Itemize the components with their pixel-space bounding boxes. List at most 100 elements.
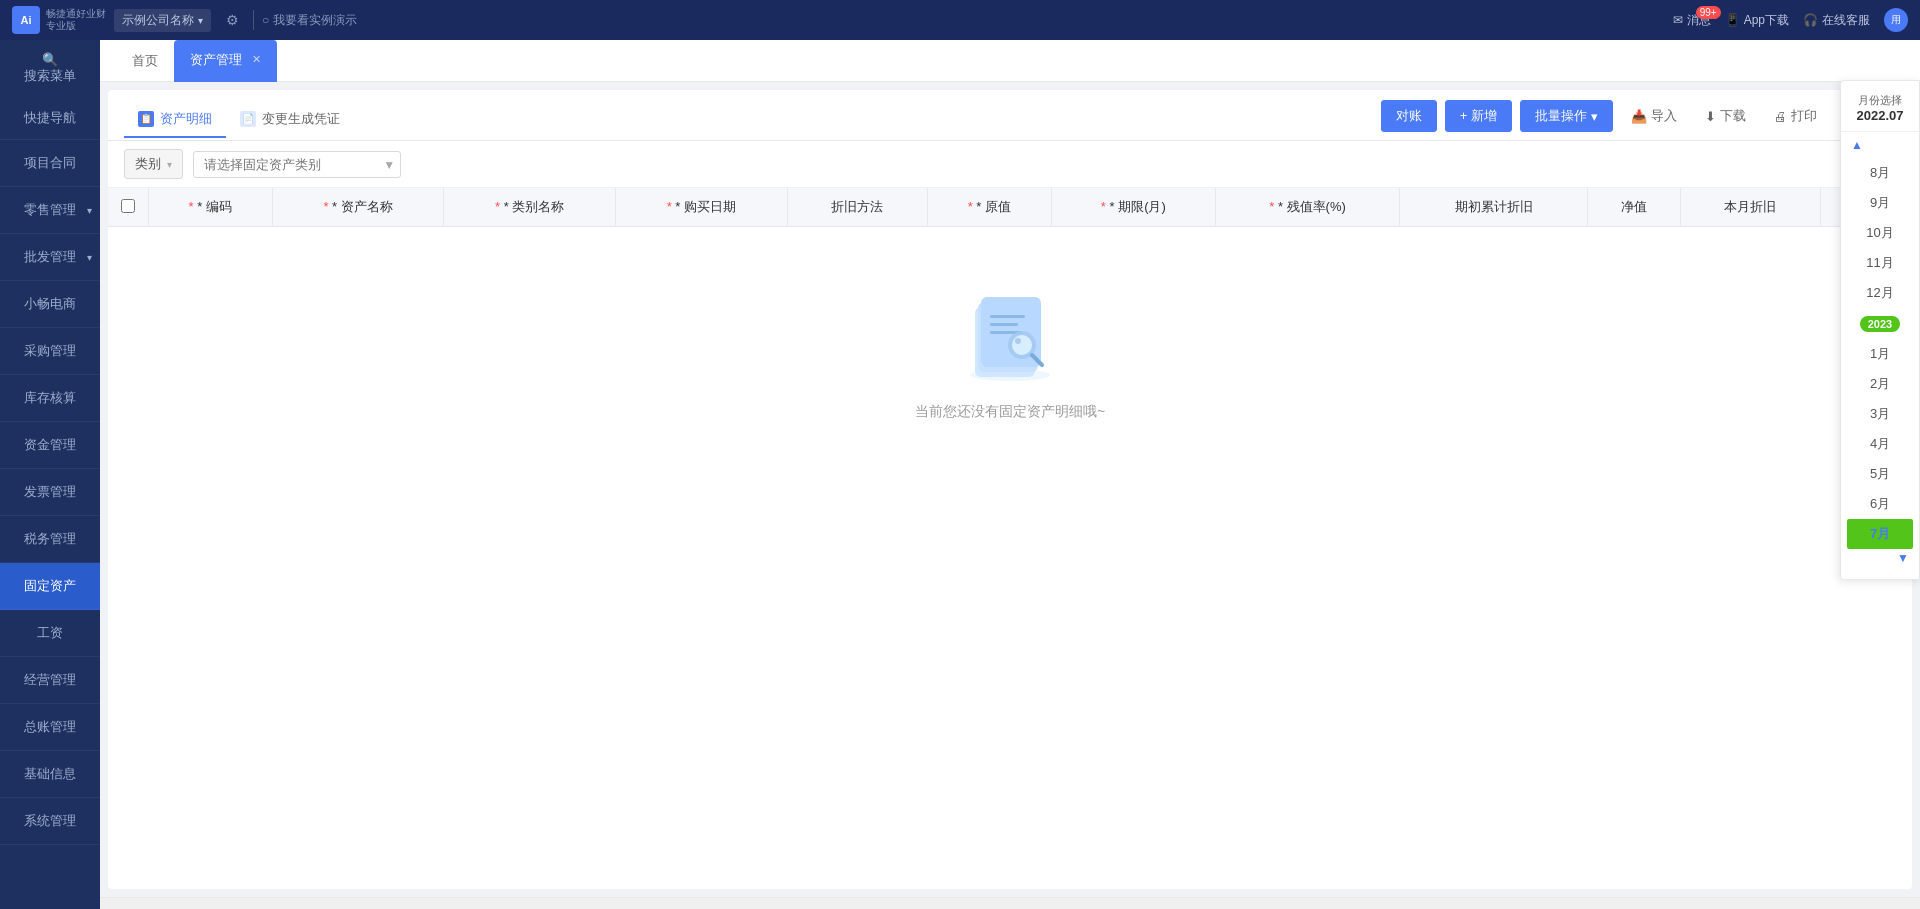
sidebar-item-payroll[interactable]: 工资 — [0, 610, 100, 657]
category-filter-label[interactable]: 类别 ▾ — [124, 149, 183, 179]
sidebar-item-retail[interactable]: 零售管理 — [0, 187, 100, 234]
app-download-button[interactable]: 📱 App下载 — [1725, 12, 1789, 29]
sidebar-item-invoice[interactable]: 发票管理 — [0, 469, 100, 516]
th-monthly-depreciation: 本月折旧 — [1680, 188, 1820, 227]
th-category: * 类别名称 — [444, 188, 616, 227]
change-voucher-icon: 📄 — [240, 111, 256, 127]
month-item-7[interactable]: 7月 — [1847, 519, 1913, 549]
th-checkbox — [108, 188, 148, 227]
tab-asset-management[interactable]: 资产管理 ✕ — [174, 40, 277, 82]
bottom-scroll-bar[interactable] — [100, 897, 1920, 909]
messages-badge: 99+ — [1696, 6, 1721, 19]
month-panel-header: 月份选择 2022.07 — [1841, 89, 1919, 132]
sidebar-item-quick-nav[interactable]: 快捷导航 — [0, 97, 100, 140]
print-button[interactable]: 🖨 打印 — [1764, 101, 1827, 131]
month-item-10[interactable]: 10月 — [1841, 218, 1919, 248]
sidebar: 🔍 搜索菜单 快捷导航 项目合同 零售管理 批发管理 小畅电商 采购管理 库存核… — [0, 40, 100, 909]
svg-rect-5 — [990, 323, 1018, 326]
sidebar-item-general-ledger[interactable]: 总账管理 — [0, 704, 100, 751]
sub-tab-change-voucher[interactable]: 📄 变更生成凭证 — [226, 104, 354, 138]
divider — [253, 10, 254, 30]
month-item-12[interactable]: 12月 — [1841, 278, 1919, 308]
message-icon: ✉ — [1673, 13, 1683, 27]
th-period: * 期限(月) — [1051, 188, 1215, 227]
company-name: 示例公司名称 — [122, 12, 194, 29]
empty-state: 当前您还没有固定资产明细哦~ — [108, 227, 1912, 481]
assets-table: * 编码 * 资产名称 * 类别名称 * 购买日期 折旧方法 * 原值 * 期限… — [108, 188, 1912, 227]
th-residual-rate: * 残值率(%) — [1215, 188, 1400, 227]
month-panel: 月份选择 2022.07 ▲ 8月 9月 10月 11月 12月 2023 1月… — [1840, 80, 1920, 580]
main-layout: 🔍 搜索菜单 快捷导航 项目合同 零售管理 批发管理 小畅电商 采购管理 库存核… — [0, 40, 1920, 909]
filter-row: 类别 ▾ ▾ — [108, 141, 1912, 188]
month-panel-title: 月份选择 — [1849, 93, 1911, 108]
svg-rect-4 — [990, 315, 1025, 318]
sidebar-item-inventory[interactable]: 库存核算 — [0, 375, 100, 422]
app-name: 畅捷通好业财 专业版 — [46, 8, 106, 32]
sub-tab-asset-detail[interactable]: 📋 资产明细 — [124, 104, 226, 138]
table-header-row: * 编码 * 资产名称 * 类别名称 * 购买日期 折旧方法 * 原值 * 期限… — [108, 188, 1912, 227]
category-select-wrap: ▾ — [193, 151, 401, 178]
month-item-4[interactable]: 4月 — [1841, 429, 1919, 459]
messages-button[interactable]: ✉ 消息 99+ — [1673, 12, 1711, 29]
download-button[interactable]: ⬇ 下载 — [1695, 101, 1756, 131]
sidebar-item-wholesale[interactable]: 批发管理 — [0, 234, 100, 281]
service-icon: 🎧 — [1803, 13, 1818, 27]
month-item-9[interactable]: 9月 — [1841, 188, 1919, 218]
sidebar-item-search[interactable]: 🔍 搜索菜单 — [0, 40, 100, 97]
tab-home[interactable]: 首页 — [116, 40, 174, 82]
table-container: * 编码 * 资产名称 * 类别名称 * 购买日期 折旧方法 * 原值 * 期限… — [108, 188, 1912, 889]
batch-arrow-icon: ▾ — [1591, 109, 1598, 124]
reconcile-button[interactable]: 对账 — [1381, 100, 1437, 132]
download-icon: 📱 — [1725, 13, 1740, 27]
top-bar-right: ✉ 消息 99+ 📱 App下载 🎧 在线客服 用 — [1673, 8, 1908, 32]
month-item-3[interactable]: 3月 — [1841, 399, 1919, 429]
app-logo: Ai 畅捷通好业财 专业版 — [12, 6, 106, 34]
content-area: 首页 资产管理 ✕ 📋 资产明细 📄 变更生成凭证 — [100, 40, 1920, 909]
month-item-6[interactable]: 6月 — [1841, 489, 1919, 519]
th-accumulated-depreciation: 期初累计折旧 — [1400, 188, 1587, 227]
month-next-icon[interactable]: ▼ — [1895, 549, 1911, 567]
sidebar-item-basic-info[interactable]: 基础信息 — [0, 751, 100, 798]
add-button[interactable]: + 新增 — [1445, 100, 1512, 132]
tab-bar: 首页 资产管理 ✕ — [100, 40, 1920, 82]
tab-close-icon[interactable]: ✕ — [252, 53, 261, 66]
month-item-8[interactable]: 8月 — [1841, 158, 1919, 188]
sidebar-item-finance[interactable]: 资金管理 — [0, 422, 100, 469]
online-service-button[interactable]: 🎧 在线客服 — [1803, 12, 1870, 29]
sidebar-item-purchase[interactable]: 采购管理 — [0, 328, 100, 375]
settings-icon[interactable]: ⚙ — [219, 7, 245, 33]
month-item-5[interactable]: 5月 — [1841, 459, 1919, 489]
month-nav-bottom: ▼ — [1841, 549, 1919, 567]
th-net-value: 净值 — [1587, 188, 1680, 227]
th-original-value: * 原值 — [927, 188, 1051, 227]
th-purchase-date: * 购买日期 — [616, 188, 788, 227]
sidebar-item-fixed-assets[interactable]: 固定资产 — [0, 563, 100, 610]
current-year-badge: 2023 — [1860, 316, 1900, 332]
import-button[interactable]: 📥 导入 — [1621, 101, 1687, 131]
sidebar-item-management[interactable]: 经营管理 — [0, 657, 100, 704]
empty-illustration — [950, 287, 1070, 387]
chevron-down-icon: ▾ — [198, 15, 203, 26]
sidebar-item-tax[interactable]: 税务管理 — [0, 516, 100, 563]
month-item-1[interactable]: 1月 — [1841, 339, 1919, 369]
sidebar-item-system[interactable]: 系统管理 — [0, 798, 100, 845]
sidebar-item-project[interactable]: 项目合同 — [0, 140, 100, 187]
print-icon: 🖨 — [1774, 109, 1787, 124]
asset-detail-icon: 📋 — [138, 111, 154, 127]
top-bar-left: Ai 畅捷通好业财 专业版 示例公司名称 ▾ ⚙ ○ 我要看实例演示 — [12, 6, 1673, 34]
month-item-2[interactable]: 2月 — [1841, 369, 1919, 399]
batch-button[interactable]: 批量操作 ▾ — [1520, 100, 1613, 132]
app-logo-text-ai: Ai — [21, 14, 32, 26]
select-all-checkbox[interactable] — [121, 199, 135, 213]
sidebar-item-ecommerce[interactable]: 小畅电商 — [0, 281, 100, 328]
category-select-input[interactable] — [193, 151, 401, 178]
demo-link[interactable]: ○ 我要看实例演示 — [262, 12, 357, 29]
svg-point-8 — [1012, 335, 1032, 355]
user-avatar[interactable]: 用 — [1884, 8, 1908, 32]
company-selector[interactable]: 示例公司名称 ▾ — [114, 9, 211, 32]
month-nav: ▲ — [1841, 136, 1919, 154]
month-prev-icon[interactable]: ▲ — [1849, 136, 1865, 154]
month-item-11[interactable]: 11月 — [1841, 248, 1919, 278]
th-depreciation-method: 折旧方法 — [787, 188, 927, 227]
import-icon: 📥 — [1631, 109, 1647, 124]
